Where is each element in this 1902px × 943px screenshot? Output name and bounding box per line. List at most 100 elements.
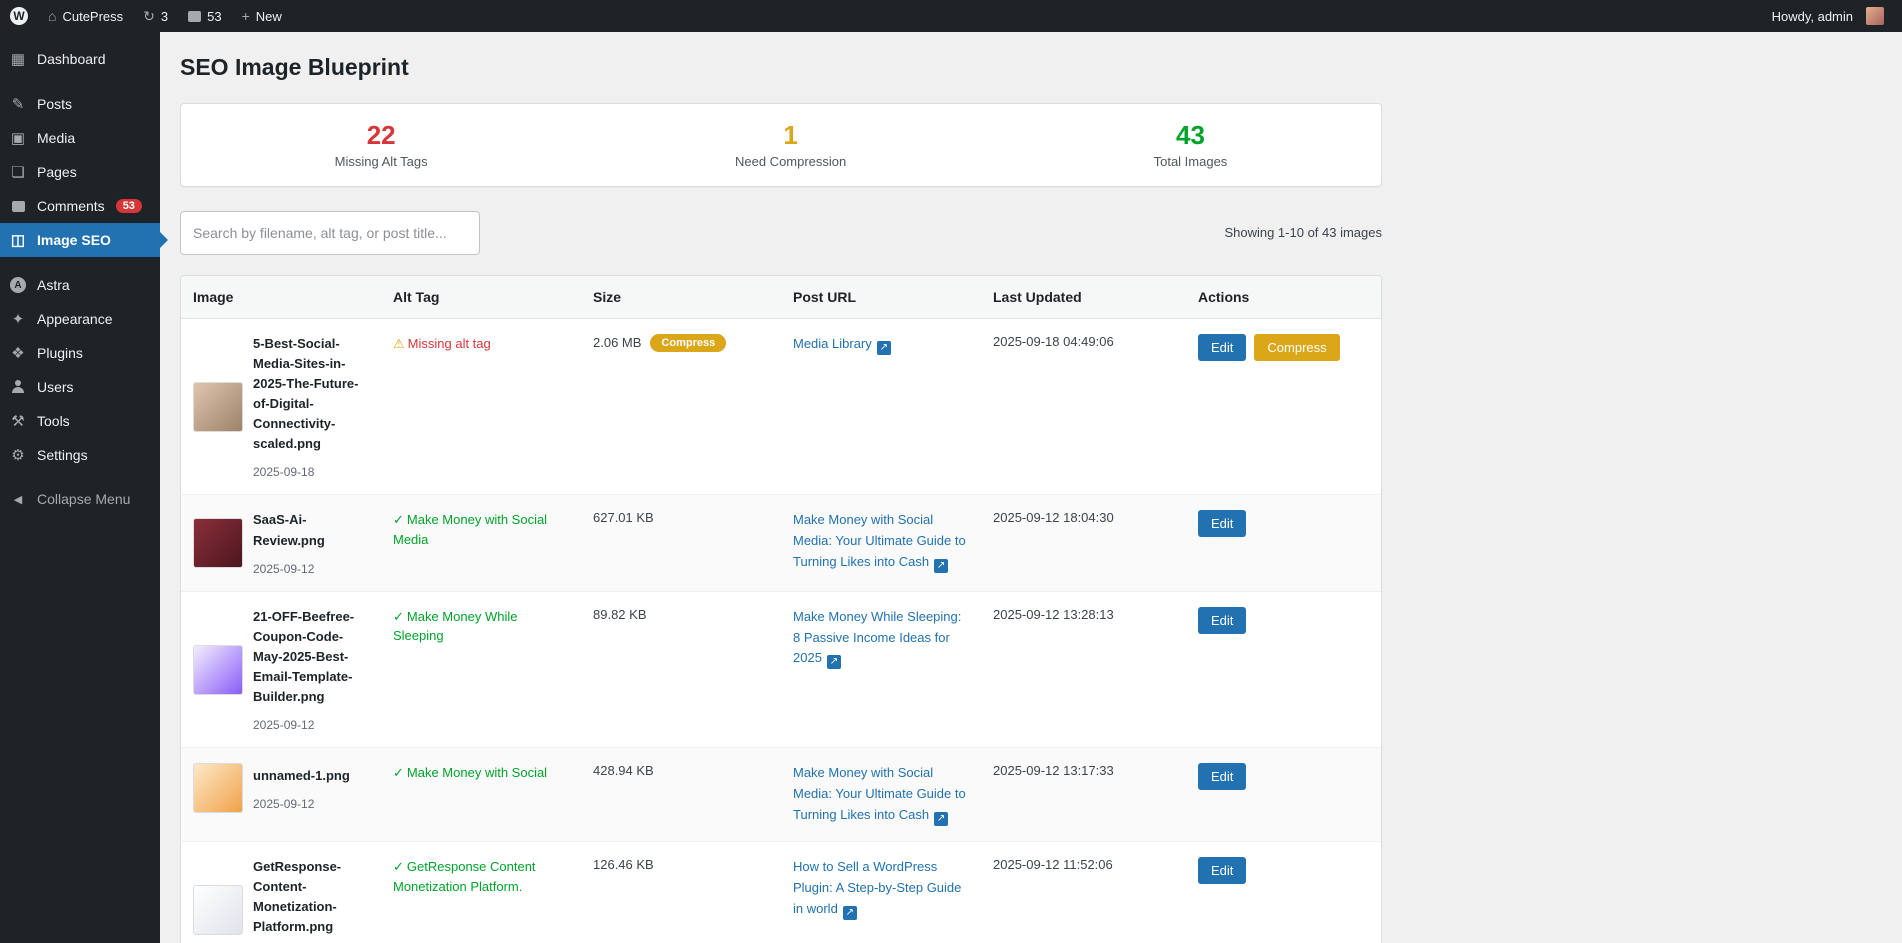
file-meta: GetResponse-Content-Monetization-Platfor…: [253, 857, 369, 943]
main-content: SEO Image Blueprint 22 Missing Alt Tags …: [160, 32, 1902, 943]
post-url-cell: Make Money with Social Media: Your Ultim…: [781, 748, 981, 841]
admin-sidebar: ▦ Dashboard ✎ Posts ▣ Media ❏ Pages Comments 53 ◫ I…: [0, 32, 168, 943]
sidebar-item-label: Comments: [37, 198, 105, 214]
image-thumbnail[interactable]: [193, 644, 243, 695]
stat-missing-alt-tags: 22 Missing Alt Tags: [335, 121, 428, 169]
sidebar-item-pages[interactable]: ❏ Pages: [0, 155, 160, 189]
column-header-size: Size: [593, 288, 622, 305]
last-updated-cell: 2025-09-12 13:17:33: [993, 763, 1114, 779]
external-link-icon: ↗: [842, 905, 857, 920]
wordpress-logo[interactable]: W: [0, 0, 38, 32]
new-content-button[interactable]: + New: [232, 0, 292, 32]
post-url-link[interactable]: Make Money with Social Media: Your Ultim…: [793, 765, 966, 827]
sidebar-item-dashboard[interactable]: ▦ Dashboard: [0, 42, 160, 76]
image-cell: 21-OFF-Beefree-Coupon-Code-May-2025-Best…: [181, 592, 381, 748]
stat-need-compression-value: 1: [783, 120, 798, 150]
image-filename: GetResponse-Content-Monetization-Platfor…: [253, 859, 342, 935]
file-meta: 5-Best-Social-Media-Sites-in-2025-The-Fu…: [253, 334, 369, 480]
image-thumbnail[interactable]: [193, 518, 243, 569]
site-name-link[interactable]: ⌂ CutePress: [38, 0, 133, 32]
comments-icon: [8, 200, 28, 212]
post-url-cell: How to Sell a WordPress Plugin: A Step-b…: [781, 842, 981, 935]
sidebar-item-plugins[interactable]: ❖ Plugins: [0, 336, 160, 370]
pages-icon: ❏: [11, 164, 25, 181]
post-url-text: Make Money While Sleeping: 8 Passive Inc…: [793, 608, 962, 666]
sidebar-item-label: Posts: [37, 96, 73, 112]
post-url-link[interactable]: Media Library ↗: [793, 335, 891, 355]
external-link-icon: ↗: [826, 655, 841, 670]
dashboard-icon: ▦: [10, 51, 26, 68]
check-icon: ✓: [393, 859, 404, 875]
external-link-icon: ↗: [934, 559, 949, 574]
sidebar-item-appearance[interactable]: ✦ Appearance: [0, 302, 160, 336]
sidebar-item-tools[interactable]: ⚒ Tools: [0, 404, 160, 438]
sidebar-menu: ▦ Dashboard ✎ Posts ▣ Media ❏ Pages Comments 53 ◫ I…: [0, 42, 168, 472]
updates-indicator[interactable]: ↻ 3: [133, 0, 178, 32]
menu-separator: [0, 257, 160, 268]
image-size: 428.94 KB: [593, 763, 654, 779]
image-cell: SaaS-Ai-Review.png 2025-09-12: [181, 495, 381, 590]
edit-button[interactable]: Edit: [1198, 333, 1247, 361]
site-name: CutePress: [62, 8, 124, 24]
alt-tag-cell: ⚠✓Make Money with Social Media: [381, 495, 581, 564]
file-meta: SaaS-Ai-Review.png 2025-09-12: [253, 510, 369, 575]
avatar: [1866, 7, 1884, 25]
last-updated-cell: 2025-09-12 18:04:30: [993, 510, 1114, 526]
collapse-arrow-icon: ◀: [13, 493, 23, 506]
table-header: Image Alt Tag Size Post URL Last Updated…: [181, 275, 1381, 319]
edit-button[interactable]: Edit: [1198, 857, 1247, 885]
sidebar-item-settings[interactable]: ⚙ Settings: [0, 438, 160, 472]
search-row: Showing 1-10 of 43 images: [180, 210, 1382, 255]
image-thumbnail[interactable]: [193, 884, 243, 935]
table-row: GetResponse-Content-Monetization-Platfor…: [181, 842, 1381, 943]
sidebar-item-users[interactable]: Users: [0, 370, 160, 404]
column-header-image: Image: [193, 288, 234, 305]
sidebar-item-astra[interactable]: A Astra: [0, 268, 160, 302]
edit-button[interactable]: Edit: [1198, 606, 1247, 634]
edit-button[interactable]: Edit: [1198, 763, 1247, 791]
sidebar-item-label: Image SEO: [37, 232, 111, 248]
file-meta: 21-OFF-Beefree-Coupon-Code-May-2025-Best…: [253, 607, 369, 733]
image-date: 2025-09-12: [253, 561, 315, 576]
sidebar-item-media[interactable]: ▣ Media: [0, 121, 160, 155]
comment-icon: [188, 10, 202, 22]
edit-button[interactable]: Edit: [1198, 510, 1247, 538]
post-url-link[interactable]: Make Money with Social Media: Your Ultim…: [793, 512, 966, 574]
post-url-link[interactable]: How to Sell a WordPress Plugin: A Step-b…: [793, 859, 961, 920]
stat-total-images-value: 43: [1176, 120, 1205, 150]
alt-tag-cell: ⚠✓Make Money While Sleeping: [381, 592, 581, 661]
howdy-menu[interactable]: Howdy, admin: [1762, 0, 1894, 32]
image-seo-icon: ◫: [10, 232, 26, 249]
users-icon: [8, 380, 28, 394]
comments-indicator[interactable]: 53: [178, 0, 231, 32]
last-updated-cell: 2025-09-18 04:49:06: [993, 333, 1114, 349]
post-url-text: Media Library: [793, 335, 872, 351]
post-url-link[interactable]: Make Money While Sleeping: 8 Passive Inc…: [793, 608, 962, 670]
size-cell: 2.06 MB Compress: [581, 319, 781, 367]
image-thumbnail[interactable]: [193, 381, 243, 432]
size-cell: 126.46 KB: [581, 842, 781, 887]
table-row: 21-OFF-Beefree-Coupon-Code-May-2025-Best…: [181, 592, 1381, 749]
sidebar-item-comments[interactable]: Comments 53: [0, 189, 160, 223]
stat-need-compression: 1 Need Compression: [735, 121, 846, 169]
sidebar-item-label: Appearance: [37, 311, 113, 327]
column-header-last-updated: Last Updated: [993, 288, 1082, 305]
image-filename: 21-OFF-Beefree-Coupon-Code-May-2025-Best…: [253, 608, 355, 705]
posts-icon: ✎: [11, 96, 25, 113]
sidebar-item-label: Plugins: [37, 345, 83, 361]
sidebar-item-label: Dashboard: [37, 51, 106, 67]
sidebar-item-posts[interactable]: ✎ Posts: [0, 87, 160, 121]
alt-tag-text: Make Money with Social: [406, 765, 548, 781]
sidebar-item-image-seo[interactable]: ◫ Image SEO: [0, 223, 168, 257]
sidebar-item-label: Astra: [37, 277, 70, 293]
compress-button[interactable]: Compress: [1254, 333, 1340, 361]
updates-count: 3: [160, 8, 169, 24]
collapse-menu-button[interactable]: ◀ Collapse Menu: [0, 482, 160, 516]
image-thumbnail[interactable]: [193, 763, 243, 814]
row-actions: Edit: [1186, 748, 1381, 805]
image-cell: 5-Best-Social-Media-Sites-in-2025-The-Fu…: [181, 319, 381, 495]
file-meta: unnamed-1.png 2025-09-12: [253, 766, 350, 811]
comments-count: 53: [207, 8, 222, 24]
search-input[interactable]: [180, 210, 480, 255]
stat-need-compression-label: Need Compression: [734, 153, 847, 169]
